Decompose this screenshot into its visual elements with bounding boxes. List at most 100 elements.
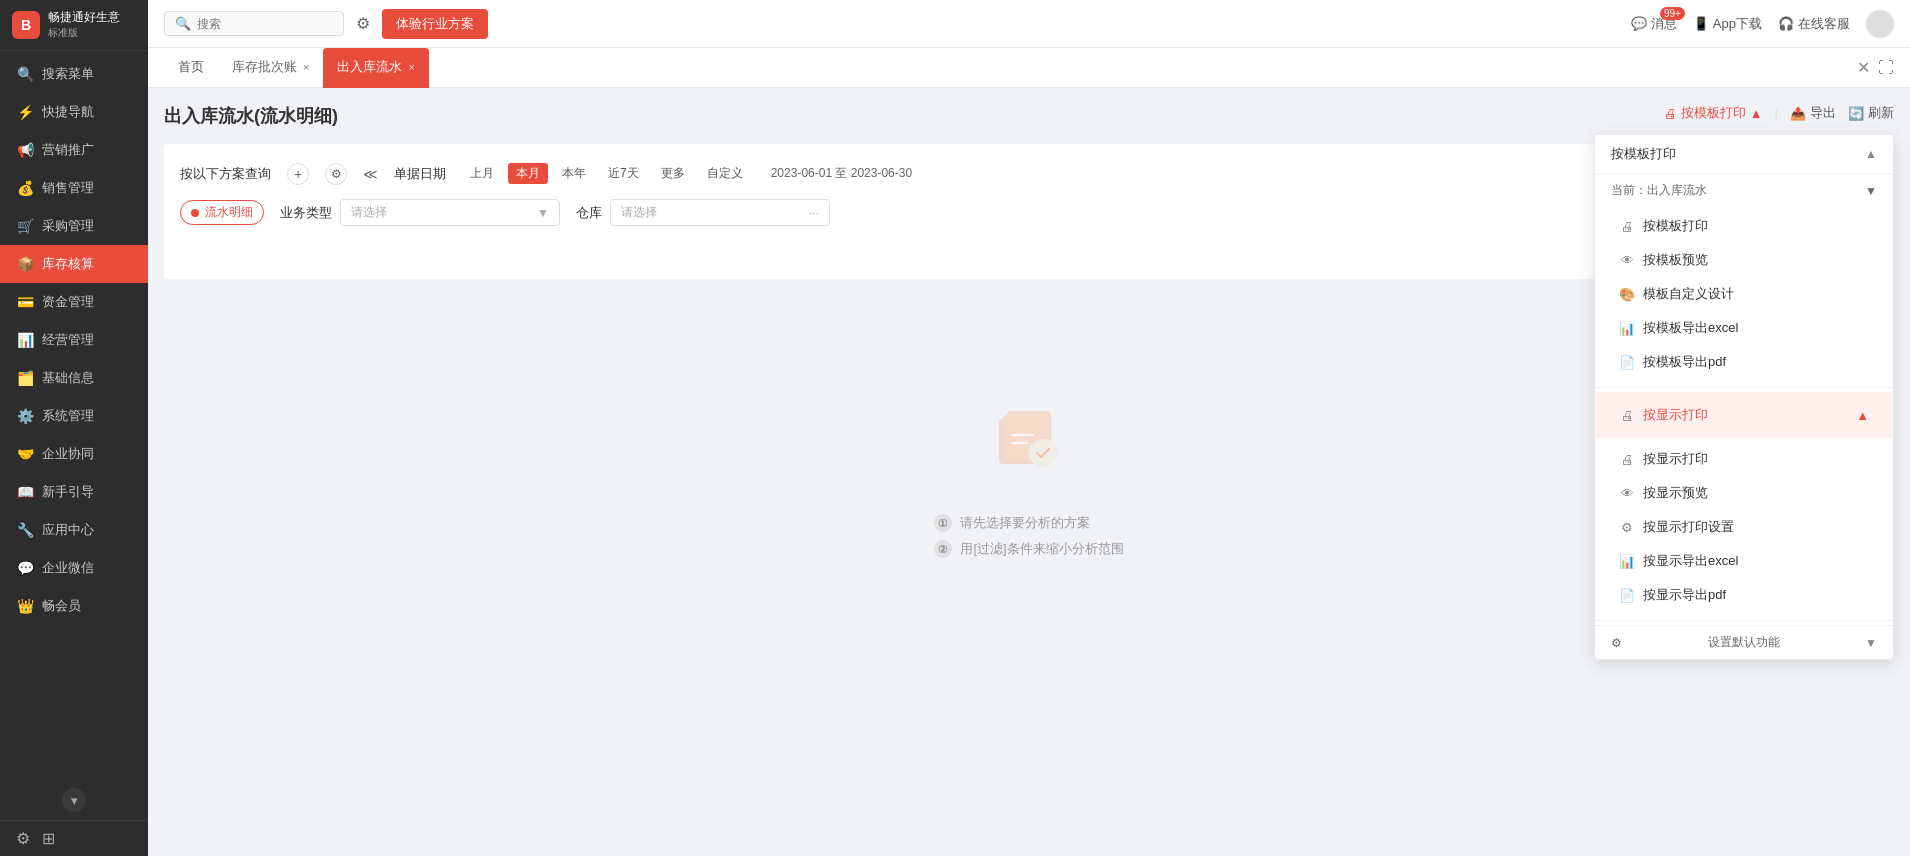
- trial-button[interactable]: 体验行业方案: [382, 9, 488, 39]
- dropdown-header: 按模板打印 ▲: [1595, 135, 1893, 174]
- user-avatar[interactable]: [1866, 10, 1894, 38]
- svg-point-3: [1029, 439, 1057, 467]
- display-excel-icon: 📊: [1619, 553, 1635, 569]
- date-more[interactable]: 更多: [653, 163, 693, 184]
- display-section-chevron-icon: ▲: [1856, 408, 1869, 423]
- export-button[interactable]: 📤 导出: [1790, 104, 1836, 122]
- dropdown-header-chevron-icon[interactable]: ▲: [1865, 147, 1877, 161]
- template-custom-label: 模板自定义设计: [1643, 285, 1734, 303]
- sidebar-item-wechat[interactable]: 💬 企业微信: [0, 549, 148, 587]
- display-print-icon: 🖨: [1619, 451, 1635, 467]
- tab-close-all-icon[interactable]: ✕: [1857, 58, 1870, 77]
- dropdown-item-template-pdf[interactable]: 📄 按模板导出pdf: [1595, 345, 1893, 379]
- wechat-icon: 💬: [16, 559, 34, 577]
- filter-add-button[interactable]: +: [287, 163, 309, 185]
- print-template-button[interactable]: 🖨 按模板打印 ▲: [1664, 104, 1763, 122]
- empty-icon: [989, 399, 1069, 494]
- filter-collapse-button[interactable]: ≪: [363, 166, 378, 182]
- collapse-icon[interactable]: ⊞: [42, 829, 55, 848]
- tab-batch-close[interactable]: ×: [303, 61, 309, 73]
- search-icon: 🔍: [16, 65, 34, 83]
- filter-settings-button[interactable]: ⚙: [325, 163, 347, 185]
- message-badge[interactable]: 💬 消息 99+: [1631, 15, 1677, 33]
- date-range-display: 2023-06-01 至 2023-06-30: [771, 165, 912, 182]
- search-input[interactable]: [197, 17, 327, 31]
- settings-icon[interactable]: ⚙: [16, 829, 30, 848]
- refresh-icon: 🔄: [1848, 106, 1864, 121]
- sidebar-item-sales[interactable]: 💰 销售管理: [0, 169, 148, 207]
- tab-inout-close[interactable]: ×: [408, 61, 414, 73]
- sidebar-item-purchase[interactable]: 🛒 采购管理: [0, 207, 148, 245]
- dropdown-item-template-excel[interactable]: 📊 按模板导出excel: [1595, 311, 1893, 345]
- message-count: 99+: [1660, 7, 1685, 20]
- sidebar-bottom: ⚙ ⊞: [0, 820, 148, 856]
- sidebar-label-search: 搜索菜单: [42, 65, 94, 83]
- dropdown-item-template-print[interactable]: 🖨 按模板打印: [1595, 209, 1893, 243]
- sidebar-item-guide[interactable]: 📖 新手引导: [0, 473, 148, 511]
- date-7days[interactable]: 近7天: [600, 163, 647, 184]
- vip-icon: 👑: [16, 597, 34, 615]
- filter-scheme-label: 按以下方案查询: [180, 165, 271, 183]
- dropdown-footer-divider: [1595, 620, 1893, 621]
- print-icon: 🖨: [1664, 106, 1677, 121]
- online-service-link[interactable]: 🎧 在线客服: [1778, 15, 1850, 33]
- dropdown-item-template-preview[interactable]: 👁 按模板预览: [1595, 243, 1893, 277]
- logo-text: 畅捷通好生意 标准版: [48, 10, 120, 40]
- sidebar-item-shortcut[interactable]: ⚡ 快捷导航: [0, 93, 148, 131]
- tab-inout[interactable]: 出入库流水 ×: [323, 48, 428, 88]
- display-print-section-header[interactable]: 🖨 按显示打印 ▲: [1595, 398, 1893, 432]
- dropdown-item-display-preview[interactable]: 👁 按显示预览: [1595, 476, 1893, 510]
- purchase-icon: 🛒: [16, 217, 34, 235]
- sidebar-item-marketing[interactable]: 📢 营销推广: [0, 131, 148, 169]
- display-section-icon: 🖨: [1619, 407, 1635, 423]
- template-excel-label: 按模板导出excel: [1643, 319, 1738, 337]
- tip-num-1: ①: [934, 514, 952, 532]
- sidebar-item-inventory[interactable]: 📦 库存核算: [0, 245, 148, 283]
- business-type-select[interactable]: 请选择 ▼: [340, 199, 560, 226]
- date-this-month[interactable]: 本月: [508, 163, 548, 184]
- sidebar-item-basic[interactable]: 🗂️ 基础信息: [0, 359, 148, 397]
- date-custom[interactable]: 自定义: [699, 163, 751, 184]
- basic-icon: 🗂️: [16, 369, 34, 387]
- tabs-actions: ✕ ⛶: [1857, 58, 1894, 77]
- dropdown-item-display-excel[interactable]: 📊 按显示导出excel: [1595, 544, 1893, 578]
- dropdown-item-display-print[interactable]: 🖨 按显示打印: [1595, 442, 1893, 476]
- topbar-search-wrap[interactable]: 🔍: [164, 11, 344, 36]
- footer-chevron-icon: ▼: [1865, 636, 1877, 650]
- sidebar-item-search[interactable]: 🔍 搜索菜单: [0, 55, 148, 93]
- date-this-year[interactable]: 本年: [554, 163, 594, 184]
- dropdown-item-display-pdf[interactable]: 📄 按显示导出pdf: [1595, 578, 1893, 612]
- app-download-link[interactable]: 📱 App下载: [1693, 15, 1762, 33]
- sidebar-item-vip[interactable]: 👑 畅会员: [0, 587, 148, 625]
- filter-chip-liushui[interactable]: 流水明细: [180, 200, 264, 225]
- sidebar-item-operation[interactable]: 📊 经营管理: [0, 321, 148, 359]
- warehouse-select[interactable]: 请选择 ···: [610, 199, 830, 226]
- refresh-button[interactable]: 🔄 刷新: [1848, 104, 1894, 122]
- date-label: 单据日期: [394, 165, 446, 183]
- topbar: 🔍 ⚙ 体验行业方案 💬 消息 99+ 📱 App下载 🎧 在线客服: [148, 0, 1910, 48]
- sidebar-item-coop[interactable]: 🤝 企业协同: [0, 435, 148, 473]
- tip-text-2: 用[过滤]条件来缩小分析范围: [960, 536, 1123, 562]
- dropdown-footer[interactable]: ⚙ 设置默认功能 ▼: [1595, 625, 1893, 659]
- dropdown-current-chevron-icon[interactable]: ▼: [1865, 184, 1877, 198]
- dropdown-item-display-settings[interactable]: ⚙ 按显示打印设置: [1595, 510, 1893, 544]
- tab-batch[interactable]: 库存批次账 ×: [218, 48, 323, 88]
- template-excel-icon: 📊: [1619, 320, 1635, 336]
- topbar-gear-icon[interactable]: ⚙: [356, 14, 370, 33]
- apps-icon: 🔧: [16, 521, 34, 539]
- sidebar-label-inventory: 库存核算: [42, 255, 94, 273]
- marketing-icon: 📢: [16, 141, 34, 159]
- export-icon: 📤: [1790, 106, 1806, 121]
- search-icon: 🔍: [175, 16, 191, 31]
- sidebar-scroll-down[interactable]: ▾: [62, 788, 86, 812]
- footer-settings-icon: ⚙: [1611, 636, 1622, 650]
- sidebar-label-finance: 资金管理: [42, 293, 94, 311]
- warehouse-more-icon: ···: [809, 206, 819, 220]
- dropdown-item-template-custom[interactable]: 🎨 模板自定义设计: [1595, 277, 1893, 311]
- tab-expand-icon[interactable]: ⛶: [1878, 59, 1894, 77]
- tab-home[interactable]: 首页: [164, 48, 218, 88]
- sidebar-item-system[interactable]: ⚙️ 系统管理: [0, 397, 148, 435]
- date-last-month[interactable]: 上月: [462, 163, 502, 184]
- sidebar-item-apps[interactable]: 🔧 应用中心: [0, 511, 148, 549]
- sidebar-item-finance[interactable]: 💳 资金管理: [0, 283, 148, 321]
